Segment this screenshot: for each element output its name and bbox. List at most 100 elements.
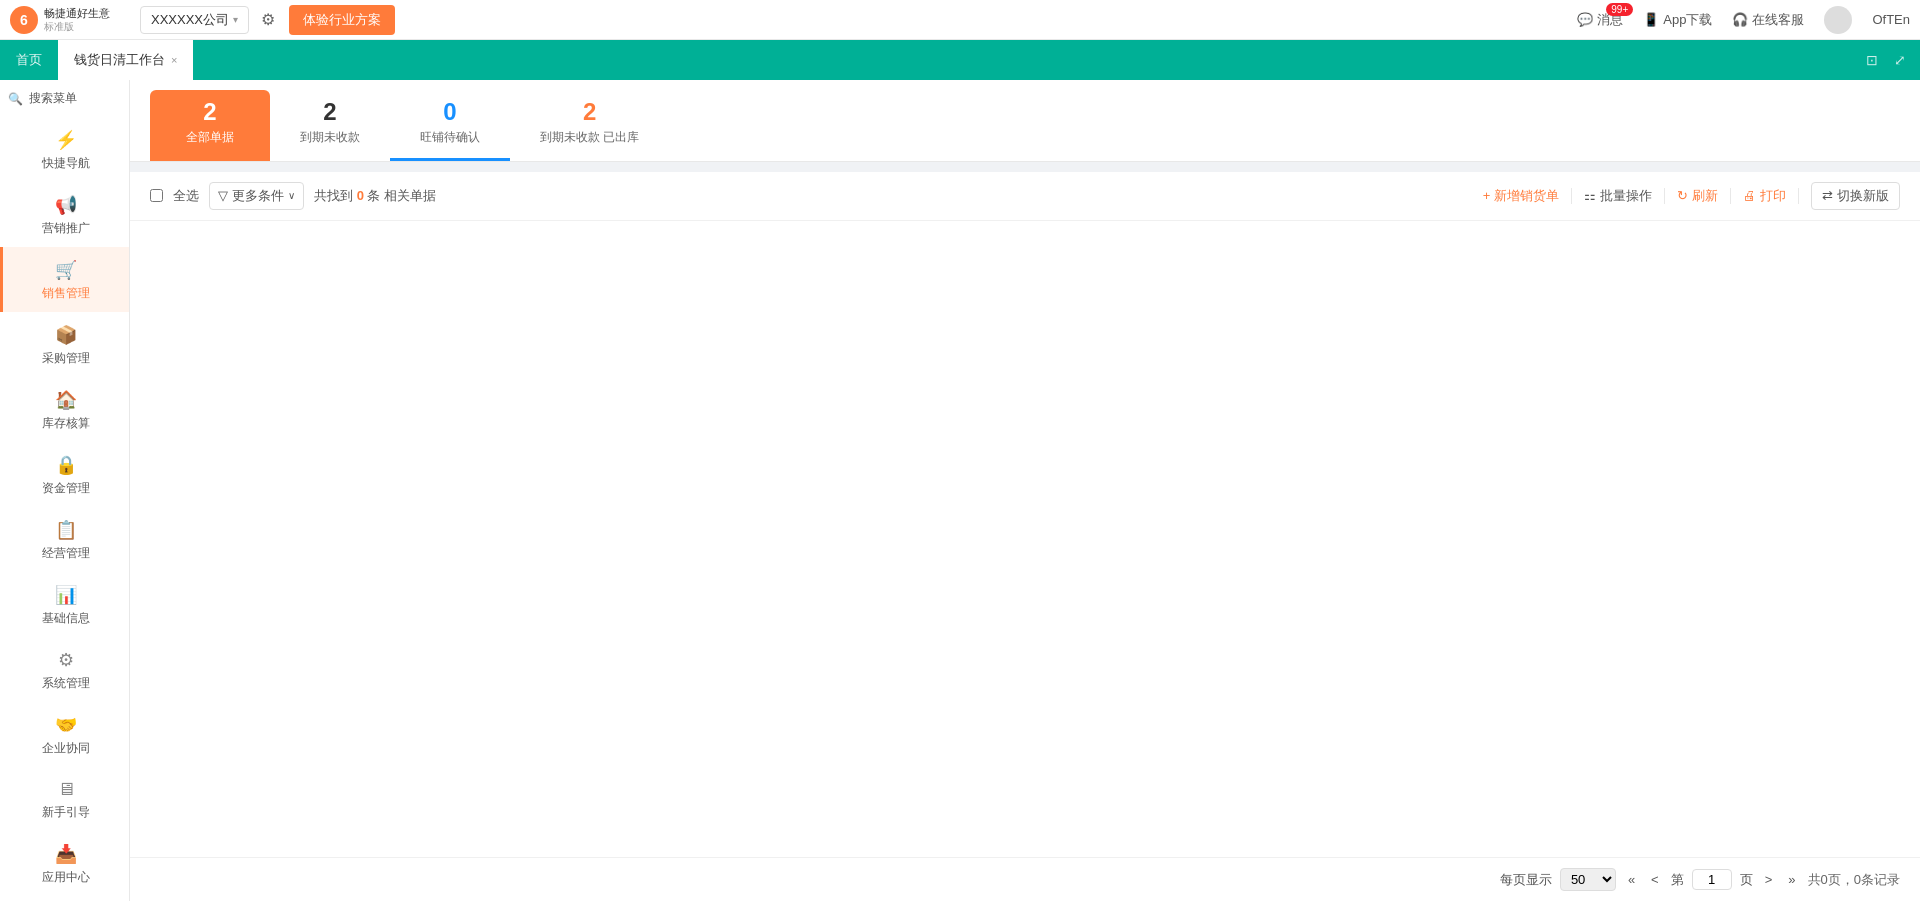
sidebar-label-sales: 销售管理 xyxy=(42,285,90,302)
stat-tab-all[interactable]: 2 全部单据 xyxy=(150,90,270,161)
sidebar-item-enterprise[interactable]: 🤝 企业协同 xyxy=(0,702,129,767)
filter-arrow: ∨ xyxy=(288,190,295,201)
apps-icon: 📥 xyxy=(55,843,77,865)
batch-operation-button[interactable]: ⚏ 批量操作 xyxy=(1584,187,1652,205)
sidebar-label-quick-nav: 快捷导航 xyxy=(42,155,90,172)
refresh-label: 刷新 xyxy=(1692,187,1718,205)
app-subtitle: 标准版 xyxy=(44,20,110,33)
divider-1 xyxy=(1571,188,1572,204)
total-info: 共0页，0条记录 xyxy=(1808,871,1900,889)
logo-icon: 6 xyxy=(10,6,38,34)
company-selector[interactable]: XXXXXX公司 ▾ xyxy=(140,6,249,34)
service-icon: 🎧 xyxy=(1732,12,1748,27)
last-page-button[interactable]: » xyxy=(1784,870,1799,889)
inventory-icon: 🏠 xyxy=(55,389,77,411)
sidebar-item-system[interactable]: ⚙ 系统管理 xyxy=(0,637,129,702)
sidebar-search-label: 搜索菜单 xyxy=(29,90,77,107)
app-download-label: App下载 xyxy=(1663,11,1712,29)
divider-4 xyxy=(1798,188,1799,204)
sidebar-item-purchase[interactable]: 📦 采购管理 xyxy=(0,312,129,377)
download-icon: 📱 xyxy=(1643,12,1659,27)
expand-icon[interactable]: ⤢ xyxy=(1890,48,1910,72)
sidebar-label-marketing: 营销推广 xyxy=(42,220,90,237)
stat-tab-overdue[interactable]: 2 到期未收款 xyxy=(270,90,390,161)
app-download-button[interactable]: 📱 App下载 xyxy=(1643,11,1712,29)
prev-page-button[interactable]: < xyxy=(1647,870,1663,889)
divider-3 xyxy=(1730,188,1731,204)
print-button[interactable]: 🖨 打印 xyxy=(1743,187,1786,205)
experience-button[interactable]: 体验行业方案 xyxy=(289,5,395,35)
refresh-button[interactable]: ↻ 刷新 xyxy=(1677,187,1718,205)
avatar[interactable] xyxy=(1824,6,1852,34)
collapse-icon[interactable]: ⊡ xyxy=(1862,48,1882,72)
page-suffix: 页 xyxy=(1740,871,1753,889)
message-icon: 💬 xyxy=(1577,12,1593,27)
sidebar-item-inventory[interactable]: 🏠 库存核算 xyxy=(0,377,129,442)
select-all-checkbox[interactable] xyxy=(150,189,163,202)
sidebar-label-enterprise: 企业协同 xyxy=(42,740,90,757)
switch-version-button[interactable]: ⇄ 切换新版 xyxy=(1811,182,1900,210)
sidebar-item-quick-nav[interactable]: ⚡ 快捷导航 xyxy=(0,117,129,182)
tab-workbench-label: 钱货日清工作台 xyxy=(74,51,165,69)
online-service-label: 在线客服 xyxy=(1752,11,1804,29)
sidebar-label-operation: 经营管理 xyxy=(42,545,90,562)
stats-tabs: 2 全部单据 2 到期未收款 0 旺铺待确认 2 到期未收款 已出库 xyxy=(130,80,1920,162)
filter-icon: ▽ xyxy=(218,188,228,203)
marketing-icon: 📢 xyxy=(55,194,77,216)
stat-num-shipped: 2 xyxy=(583,98,596,127)
message-button[interactable]: 💬 消息 99+ xyxy=(1577,11,1623,29)
table-area xyxy=(130,221,1920,857)
basic-icon: 📊 xyxy=(55,584,77,606)
tab-workbench[interactable]: 钱货日清工作台 × xyxy=(58,40,193,80)
topbar: 6 畅捷通好生意 标准版 XXXXXX公司 ▾ ⚙ 体验行业方案 💬 消息 99… xyxy=(0,0,1920,40)
filter-label: 更多条件 xyxy=(232,187,284,205)
toolbar-right: + 新增销货单 ⚏ 批量操作 ↻ 刷新 🖨 打印 ⇄ xyxy=(1483,182,1900,210)
stat-tab-pending[interactable]: 0 旺铺待确认 xyxy=(390,90,510,161)
sidebar-search[interactable]: 🔍 搜索菜单 xyxy=(0,80,129,117)
refresh-icon: ↻ xyxy=(1677,188,1688,203)
page-number-input[interactable]: 1 xyxy=(1692,869,1732,890)
page-size-select[interactable]: 10 20 50 100 xyxy=(1560,868,1616,891)
enterprise-icon: 🤝 xyxy=(55,714,77,736)
batch-icon: ⚏ xyxy=(1584,188,1596,203)
switch-icon: ⇄ xyxy=(1822,188,1833,203)
sidebar-item-guide[interactable]: 🖥 新手引导 xyxy=(0,767,129,831)
tab-home[interactable]: 首页 xyxy=(0,40,58,80)
message-badge: 99+ xyxy=(1606,3,1633,16)
topbar-right: 💬 消息 99+ 📱 App下载 🎧 在线客服 OfTEn xyxy=(1577,6,1910,34)
settings-icon[interactable]: ⚙ xyxy=(257,6,279,33)
app-logo: 6 畅捷通好生意 标准版 xyxy=(10,6,140,34)
sidebar-item-basic[interactable]: 📊 基础信息 xyxy=(0,572,129,637)
stat-label-all: 全部单据 xyxy=(186,129,234,146)
count-unit: 条 xyxy=(367,188,380,203)
stat-num-overdue: 2 xyxy=(323,98,336,127)
online-service-button[interactable]: 🎧 在线客服 xyxy=(1732,11,1804,29)
stat-tab-shipped[interactable]: 2 到期未收款 已出库 xyxy=(510,90,669,161)
stat-num-pending: 0 xyxy=(443,98,456,127)
stat-label-pending: 旺铺待确认 xyxy=(420,129,480,146)
print-label: 打印 xyxy=(1760,187,1786,205)
next-page-button[interactable]: > xyxy=(1761,870,1777,889)
app-title: 畅捷通好生意 xyxy=(44,6,110,20)
sidebar-item-marketing[interactable]: 📢 营销推广 xyxy=(0,182,129,247)
tab-home-label: 首页 xyxy=(16,51,42,69)
first-page-button[interactable]: « xyxy=(1624,870,1639,889)
nav-bar-right: ⊡ ⤢ xyxy=(1862,48,1920,72)
search-icon: 🔍 xyxy=(8,92,23,106)
sidebar: 🔍 搜索菜单 ⚡ 快捷导航 📢 营销推广 🛒 销售管理 📦 采购管理 🏠 库存核… xyxy=(0,80,130,901)
pagination: 每页显示 10 20 50 100 « < 第 1 页 > » 共0页，0条记录 xyxy=(130,857,1920,901)
sidebar-item-sales[interactable]: 🛒 销售管理 xyxy=(0,247,129,312)
main-layout: 🔍 搜索菜单 ⚡ 快捷导航 📢 营销推广 🛒 销售管理 📦 采购管理 🏠 库存核… xyxy=(0,80,1920,901)
sidebar-item-operation[interactable]: 📋 经营管理 xyxy=(0,507,129,572)
filter-button[interactable]: ▽ 更多条件 ∨ xyxy=(209,182,304,210)
count-prefix: 共找到 xyxy=(314,188,353,203)
stat-label-shipped: 到期未收款 已出库 xyxy=(540,129,639,146)
sidebar-item-apps[interactable]: 📥 应用中心 xyxy=(0,831,129,896)
tab-close-icon[interactable]: × xyxy=(171,54,177,66)
toolbar-count: 共找到 0 条 相关单据 xyxy=(314,187,436,205)
sidebar-label-purchase: 采购管理 xyxy=(42,350,90,367)
sidebar-item-finance[interactable]: 🔒 资金管理 xyxy=(0,442,129,507)
finance-icon: 🔒 xyxy=(55,454,77,476)
add-sale-button[interactable]: + 新增销货单 xyxy=(1483,187,1559,205)
sidebar-item-wechat[interactable]: 💬 企业微信 xyxy=(0,896,129,901)
